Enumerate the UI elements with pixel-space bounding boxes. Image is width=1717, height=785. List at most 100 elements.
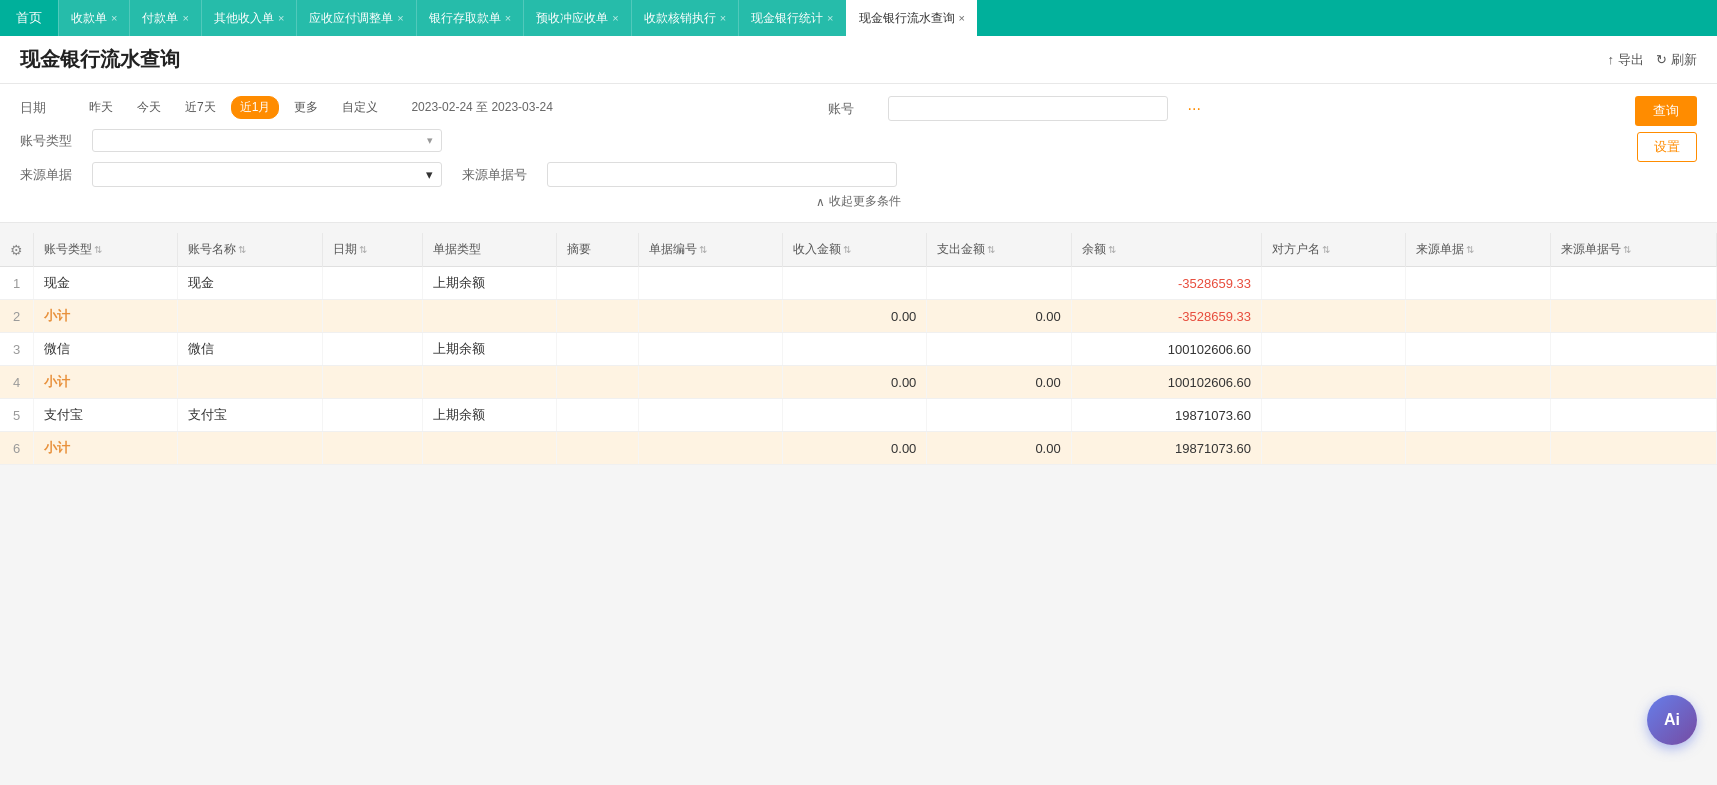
cell-doc-type: 上期余额 <box>423 267 556 300</box>
nav-tab-shoukuanhexiao[interactable]: 收款核销执行 × <box>631 0 738 36</box>
date-btn-1month[interactable]: 近1月 <box>231 96 280 119</box>
nav-tab-fukuandan[interactable]: 付款单 × <box>129 0 200 36</box>
close-icon[interactable]: × <box>182 12 188 24</box>
cell-summary <box>556 432 638 465</box>
date-btn-7days[interactable]: 近7天 <box>176 96 225 119</box>
row-number: 6 <box>0 432 34 465</box>
source-doc-number-input[interactable] <box>547 162 897 187</box>
close-icon[interactable]: × <box>612 12 618 24</box>
nav-tab-shoukuandan[interactable]: 收款单 × <box>58 0 129 36</box>
close-icon[interactable]: × <box>278 12 284 24</box>
nav-tab-xianjinyinhang[interactable]: 现金银行统计 × <box>738 0 845 36</box>
source-doc-number-label: 来源单据号 <box>462 166 527 184</box>
table-row: 5 支付宝 支付宝 上期余额 19871073.60 <box>0 399 1717 432</box>
close-icon[interactable]: × <box>827 12 833 24</box>
chevron-down-icon: ▾ <box>427 134 433 147</box>
close-icon[interactable]: × <box>959 12 965 24</box>
account-browse-icon[interactable]: ··· <box>1188 100 1201 118</box>
cell-source-doc <box>1406 333 1550 366</box>
cell-source-doc <box>1406 366 1550 399</box>
col-balance[interactable]: 余额⇅ <box>1071 233 1261 267</box>
date-range-display: 2023-02-24 至 2023-03-24 <box>411 99 552 116</box>
cell-account-name: 微信 <box>178 333 322 366</box>
nav-tab-qitashouruden[interactable]: 其他收入单 × <box>201 0 296 36</box>
cell-account-name: 现金 <box>178 267 322 300</box>
refresh-icon: ↻ <box>1656 52 1667 67</box>
col-doc-number[interactable]: 单据编号⇅ <box>638 233 782 267</box>
cell-source-doc-number <box>1550 267 1716 300</box>
cell-expense <box>927 333 1071 366</box>
filter-area: 日期 昨天 今天 近7天 近1月 更多 自定义 2023-02-24 至 202… <box>0 84 1717 223</box>
row-number: 3 <box>0 333 34 366</box>
header-actions: ↑ 导出 ↻ 刷新 <box>1608 51 1698 69</box>
page-header: 现金银行流水查询 ↑ 导出 ↻ 刷新 <box>0 36 1717 84</box>
collapse-bar[interactable]: ∧ 收起更多条件 <box>20 187 1697 210</box>
close-icon[interactable]: × <box>397 12 403 24</box>
account-label: 账号 <box>828 100 868 118</box>
nav-tab-yinhangcunqu[interactable]: 银行存取款单 × <box>416 0 523 36</box>
query-button[interactable]: 查询 <box>1635 96 1697 126</box>
col-source-doc-number[interactable]: 来源单据号⇅ <box>1550 233 1716 267</box>
col-settings[interactable]: ⚙ <box>0 233 34 267</box>
refresh-button[interactable]: ↻ 刷新 <box>1656 51 1697 69</box>
cell-account-type: 微信 <box>34 333 178 366</box>
nav-home[interactable]: 首页 <box>0 0 58 36</box>
cell-summary <box>556 366 638 399</box>
col-account-name[interactable]: 账号名称⇅ <box>178 233 322 267</box>
nav-tab-liushui[interactable]: 现金银行流水查询 × <box>846 0 977 36</box>
col-doc-type[interactable]: 单据类型 <box>423 233 556 267</box>
col-counterpart[interactable]: 对方户名⇅ <box>1261 233 1405 267</box>
cell-doc-type <box>423 300 556 333</box>
cell-source-doc <box>1406 267 1550 300</box>
cell-expense: 0.00 <box>927 366 1071 399</box>
close-icon[interactable]: × <box>720 12 726 24</box>
cell-balance: 19871073.60 <box>1071 432 1261 465</box>
col-expense[interactable]: 支出金额⇅ <box>927 233 1071 267</box>
nav-tab-yingshouyingfu[interactable]: 应收应付调整单 × <box>296 0 415 36</box>
cell-date <box>322 366 422 399</box>
row-number: 2 <box>0 300 34 333</box>
cell-income: 0.00 <box>783 366 927 399</box>
cell-account-name <box>178 300 322 333</box>
cell-doc-number <box>638 399 782 432</box>
col-date[interactable]: 日期⇅ <box>322 233 422 267</box>
date-btn-more[interactable]: 更多 <box>285 96 327 119</box>
source-doc-select[interactable]: ▾ <box>92 162 442 187</box>
close-icon[interactable]: × <box>505 12 511 24</box>
col-source-doc[interactable]: 来源单据⇅ <box>1406 233 1550 267</box>
cell-account-name <box>178 366 322 399</box>
col-income[interactable]: 收入金额⇅ <box>783 233 927 267</box>
cell-date <box>322 300 422 333</box>
account-type-label: 账号类型 <box>20 132 72 150</box>
cell-counterpart <box>1261 399 1405 432</box>
cell-doc-type <box>423 366 556 399</box>
cell-counterpart <box>1261 300 1405 333</box>
source-filter-row: 来源单据 ▾ 来源单据号 <box>20 162 1697 187</box>
account-input[interactable] <box>888 96 1168 121</box>
collapse-up-icon: ∧ <box>816 195 825 209</box>
nav-tab-yushou[interactable]: 预收冲应收单 × <box>523 0 630 36</box>
cell-account-type: 小计 <box>34 366 178 399</box>
settings-icon[interactable]: ⚙ <box>10 242 23 258</box>
table-row: 2 小计 0.00 0.00 -3528659.33 <box>0 300 1717 333</box>
table-header-row: ⚙ 账号类型⇅ 账号名称⇅ 日期⇅ 单据类型 摘要 单据编号⇅ 收入金额⇅ 支出… <box>0 233 1717 267</box>
settings-button[interactable]: 设置 <box>1637 132 1697 162</box>
close-icon[interactable]: × <box>111 12 117 24</box>
account-type-select[interactable]: ▾ <box>92 129 442 152</box>
chevron-down-icon: ▾ <box>426 167 433 182</box>
export-button[interactable]: ↑ 导出 <box>1608 51 1645 69</box>
date-btn-custom[interactable]: 自定义 <box>333 96 387 119</box>
date-btn-today[interactable]: 今天 <box>128 96 170 119</box>
col-account-type[interactable]: 账号类型⇅ <box>34 233 178 267</box>
cell-source-doc <box>1406 300 1550 333</box>
row-number: 5 <box>0 399 34 432</box>
cell-source-doc-number <box>1550 399 1716 432</box>
cell-doc-type: 上期余额 <box>423 399 556 432</box>
cell-counterpart <box>1261 366 1405 399</box>
cell-income: 0.00 <box>783 432 927 465</box>
col-summary[interactable]: 摘要 <box>556 233 638 267</box>
cell-expense: 0.00 <box>927 300 1071 333</box>
date-btn-yesterday[interactable]: 昨天 <box>80 96 122 119</box>
row-number: 1 <box>0 267 34 300</box>
account-type-filter-row: 账号类型 ▾ <box>20 129 808 152</box>
